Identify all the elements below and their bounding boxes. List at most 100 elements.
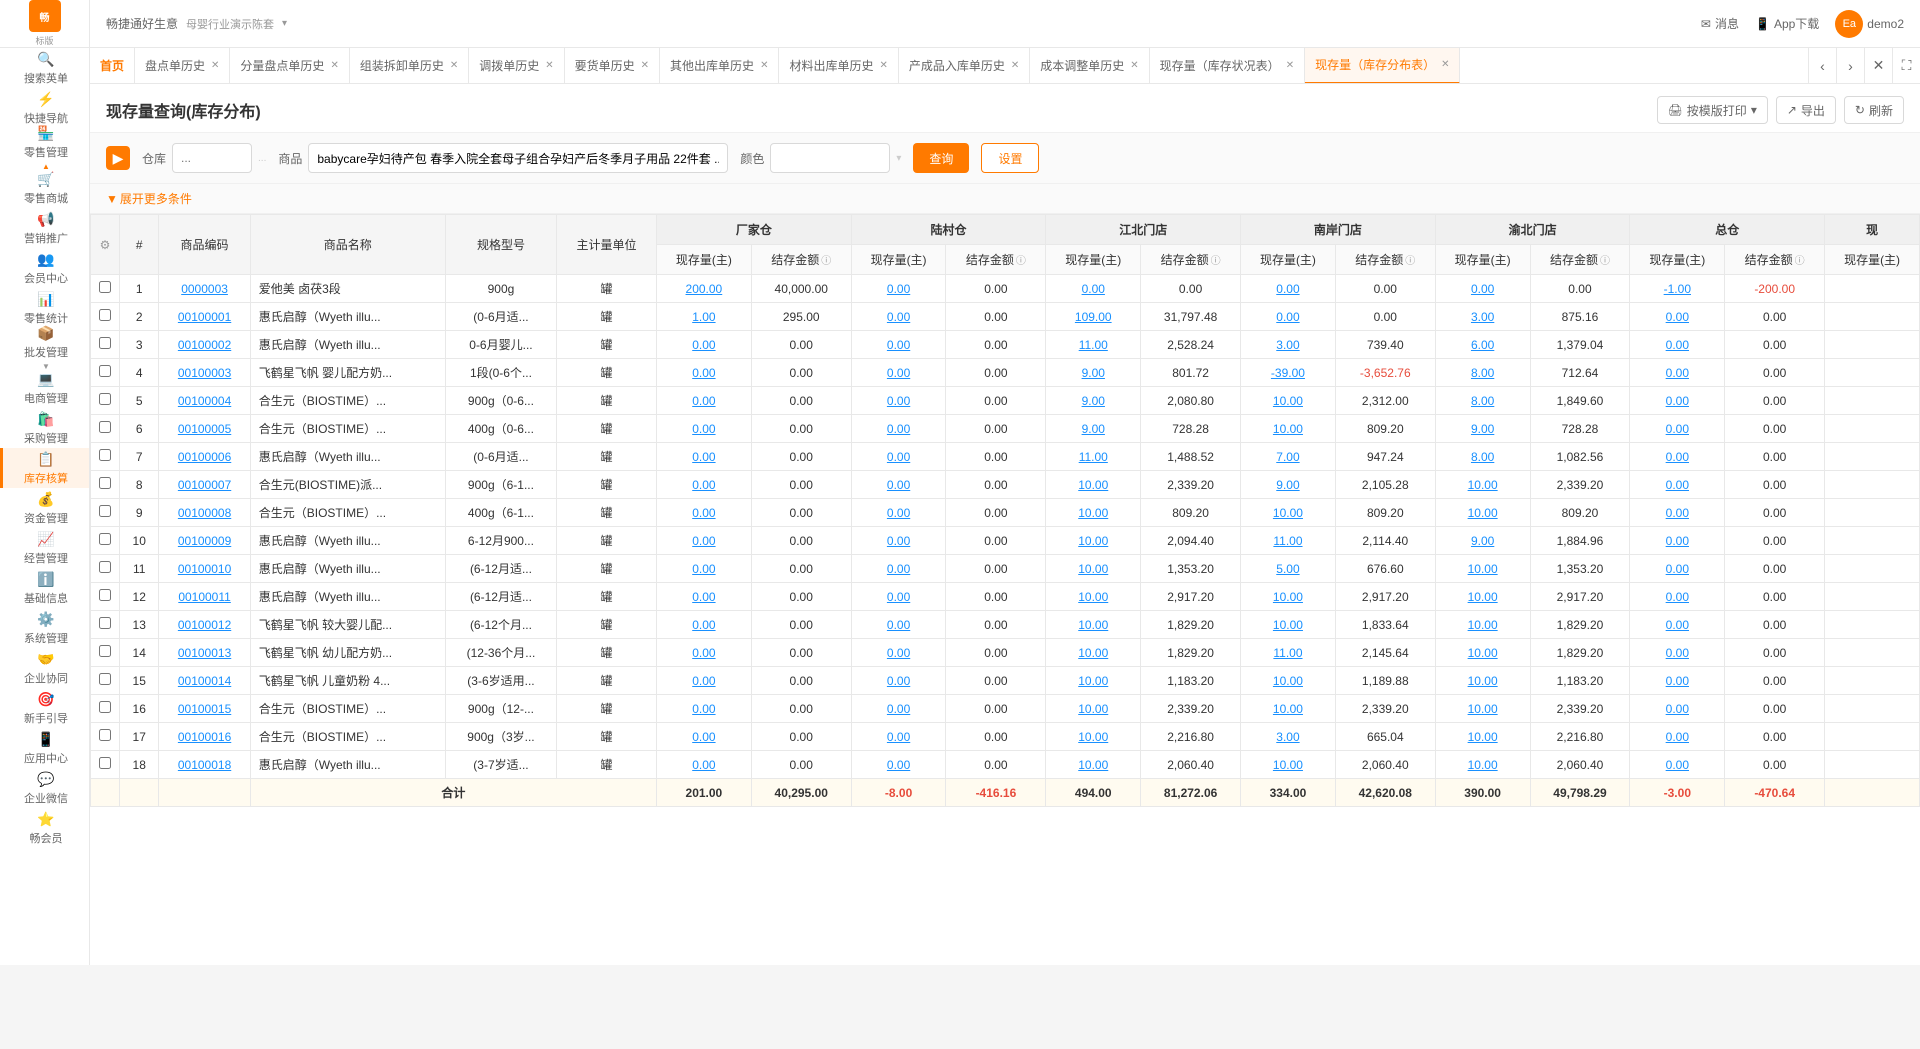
- row-checkbox[interactable]: [91, 443, 120, 471]
- tab-close-7[interactable]: ✕: [879, 60, 887, 71]
- sidebar-item-ops[interactable]: 📈 经营管理: [0, 528, 89, 568]
- sidebar-item-finance[interactable]: 💰 资金管理: [0, 488, 89, 528]
- export-btn[interactable]: ↗ 导出: [1776, 96, 1836, 124]
- row-total-amt: 0.00: [1725, 583, 1825, 611]
- wechat-icon: 💬: [37, 771, 54, 788]
- tab-prev-btn[interactable]: ‹: [1808, 48, 1836, 84]
- row-changjia-amt: 0.00: [751, 331, 851, 359]
- sidebar-item-base[interactable]: ℹ️ 基础信息: [0, 568, 89, 608]
- row-checkbox[interactable]: [91, 583, 120, 611]
- row-yubei-qty: 9.00: [1435, 415, 1530, 443]
- user-area[interactable]: Ea demo2: [1835, 10, 1904, 38]
- tab-close-10[interactable]: ✕: [1286, 60, 1294, 71]
- row-checkbox[interactable]: [91, 527, 120, 555]
- tab-product-in[interactable]: 产成品入库单历史 ✕: [899, 48, 1030, 84]
- sidebar-label-marketing: 营销推广: [24, 230, 68, 246]
- tab-inventory-count[interactable]: 盘点单历史 ✕: [135, 48, 230, 84]
- tab-material-out[interactable]: 材料出库单历史 ✕: [779, 48, 898, 84]
- sidebar-item-appstore[interactable]: 📱 应用中心: [0, 728, 89, 768]
- tab-close-6[interactable]: ✕: [760, 60, 768, 71]
- sidebar-item-system[interactable]: ⚙️ 系统管理: [0, 608, 89, 648]
- tab-close-4[interactable]: ✕: [545, 60, 553, 71]
- settings-btn[interactable]: 设置: [981, 143, 1039, 173]
- app-download-btn[interactable]: 📱 App下载: [1755, 15, 1819, 32]
- row-checkbox[interactable]: [91, 415, 120, 443]
- dropdown-arrow[interactable]: ▾: [282, 18, 287, 29]
- sidebar-item-retail-stats[interactable]: 📊 零售统计: [0, 288, 89, 328]
- row-checkbox[interactable]: [91, 555, 120, 583]
- message-btn[interactable]: ✉ 消息: [1701, 15, 1739, 32]
- tab-close-1[interactable]: ✕: [211, 60, 219, 71]
- row-checkbox[interactable]: [91, 723, 120, 751]
- chevron-down-icon: ▼: [106, 192, 118, 206]
- tab-more-btn[interactable]: ✕: [1864, 48, 1892, 84]
- product-input[interactable]: [308, 143, 728, 173]
- tab-inventory-dist[interactable]: 现存量（库存分布表） ✕: [1305, 48, 1460, 84]
- sidebar-item-wechat[interactable]: 💬 企业微信: [0, 768, 89, 808]
- sidebar-item-purchase[interactable]: 🛍️ 采购管理: [0, 408, 89, 448]
- tab-close-5[interactable]: ✕: [641, 60, 649, 71]
- row-checkbox[interactable]: [91, 275, 120, 303]
- sidebar-item-member2[interactable]: ⭐ 畅会员: [0, 808, 89, 848]
- tab-cost-adjust[interactable]: 成本调整单历史 ✕: [1030, 48, 1149, 84]
- row-code: 00100004: [159, 387, 250, 415]
- sidebar-item-collab[interactable]: 🤝 企业协同: [0, 648, 89, 688]
- tab-close-11[interactable]: ✕: [1441, 59, 1449, 70]
- sidebar-item-wholesale[interactable]: 📦 批发管理 ▼: [0, 328, 89, 368]
- row-checkbox[interactable]: [91, 359, 120, 387]
- row-checkbox[interactable]: [91, 471, 120, 499]
- sidebar-item-fastnav[interactable]: ⚡ 快捷导航: [0, 88, 89, 128]
- row-checkbox[interactable]: [91, 387, 120, 415]
- sidebar-label-retail-shop: 零售商城: [24, 190, 68, 206]
- row-checkbox[interactable]: [91, 611, 120, 639]
- query-btn[interactable]: 查询: [913, 143, 969, 173]
- tab-inventory-status[interactable]: 现存量（库存状况表） ✕: [1150, 48, 1305, 84]
- filter-toggle-btn[interactable]: ▶: [106, 146, 130, 170]
- tab-other-out[interactable]: 其他出库单历史 ✕: [660, 48, 779, 84]
- table-area[interactable]: ⚙ # 商品编码 商品名称 规格型号 主计量单位 厂家仓 陆村仓 江北门店 南岸…: [90, 214, 1920, 965]
- row-checkbox[interactable]: [91, 331, 120, 359]
- row-checkbox[interactable]: [91, 751, 120, 779]
- color-input[interactable]: [770, 143, 890, 173]
- tab-home[interactable]: 首页: [90, 48, 135, 84]
- tab-requisition[interactable]: 要货单历史 ✕: [565, 48, 660, 84]
- row-nanan-amt: 947.24: [1335, 443, 1435, 471]
- row-checkbox[interactable]: [91, 639, 120, 667]
- row-checkbox[interactable]: [91, 667, 120, 695]
- row-name: 惠氏启醇（Wyeth illu...: [250, 583, 445, 611]
- tab-close-9[interactable]: ✕: [1130, 60, 1138, 71]
- row-jiangbei-amt: 809.20: [1141, 499, 1241, 527]
- row-jiangbei-amt: 1,488.52: [1141, 443, 1241, 471]
- sidebar-item-retail-mgr[interactable]: 🏪 零售管理 ▲: [0, 128, 89, 168]
- sidebar-item-inventory[interactable]: 📋 库存核算: [0, 448, 89, 488]
- row-checkbox[interactable]: [91, 695, 120, 723]
- tab-partial-count[interactable]: 分量盘点单历史 ✕: [230, 48, 349, 84]
- sidebar-item-marketing[interactable]: 📢 营销推广: [0, 208, 89, 248]
- refresh-btn[interactable]: ↻ 刷新: [1844, 96, 1904, 124]
- row-checkbox[interactable]: [91, 303, 120, 331]
- filter-expand-btn[interactable]: ▼ 展开更多条件: [106, 190, 192, 207]
- sidebar-item-ecommerce[interactable]: 💻 电商管理: [0, 368, 89, 408]
- tab-close-3[interactable]: ✕: [450, 60, 458, 71]
- row-lucun-qty: 0.00: [851, 443, 946, 471]
- tab-close-8[interactable]: ✕: [1011, 60, 1019, 71]
- sidebar-item-retail-shop[interactable]: 🛒 零售商城: [0, 168, 89, 208]
- row-checkbox[interactable]: [91, 499, 120, 527]
- warehouse-input[interactable]: [172, 143, 252, 173]
- col-gear[interactable]: ⚙: [91, 215, 120, 275]
- tab-next-btn[interactable]: ›: [1836, 48, 1864, 84]
- row-yubei-qty: 10.00: [1435, 499, 1530, 527]
- tab-close-2[interactable]: ✕: [330, 60, 338, 71]
- print-btn[interactable]: 🖨 按模版打印 ▾: [1657, 96, 1768, 124]
- row-jiangbei-qty: 10.00: [1046, 751, 1141, 779]
- sidebar-item-search[interactable]: 🔍 搜索英单: [0, 48, 89, 88]
- sidebar-item-member[interactable]: 👥 会员中心: [0, 248, 89, 288]
- tab-label-3: 组装拆卸单历史: [360, 57, 444, 74]
- tab-expand-btn[interactable]: ⛶: [1892, 48, 1920, 84]
- row-code: 00100014: [159, 667, 250, 695]
- row-changjia-qty: 200.00: [657, 275, 752, 303]
- row-name: 惠氏启醇（Wyeth illu...: [250, 303, 445, 331]
- sidebar-item-guide[interactable]: 🎯 新手引导: [0, 688, 89, 728]
- tab-transfer[interactable]: 调拨单历史 ✕: [469, 48, 564, 84]
- tab-disassemble[interactable]: 组装拆卸单历史 ✕: [350, 48, 469, 84]
